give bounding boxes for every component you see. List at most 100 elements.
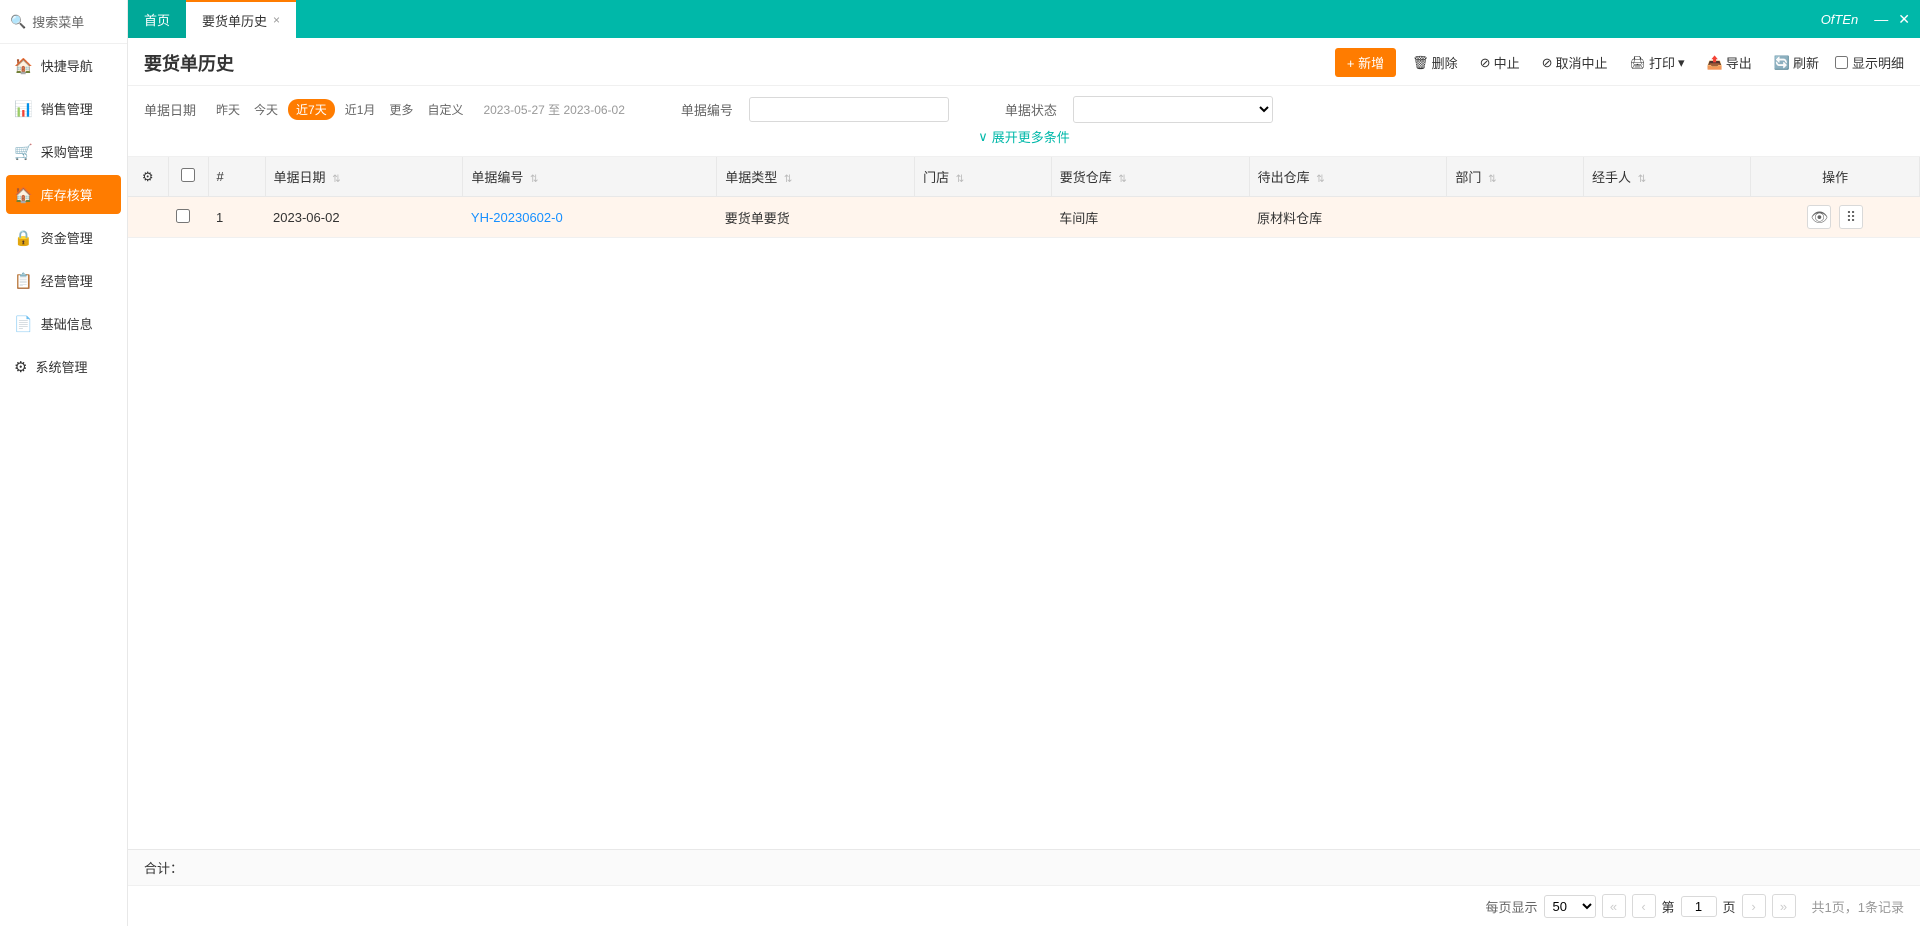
sidebar-item-label: 快捷导航 [41, 56, 93, 75]
first-page-button[interactable]: « [1602, 894, 1626, 918]
next-page-button[interactable]: › [1742, 894, 1766, 918]
doc-number-input[interactable] [749, 97, 949, 122]
display-detail-checkbox[interactable] [1835, 56, 1848, 69]
cancel-suspend-button[interactable]: ⊘ 取消中止 [1536, 49, 1614, 76]
tab-close-button[interactable]: × [273, 13, 280, 27]
sidebar-search-label: 搜索菜单 [32, 12, 84, 31]
delete-button[interactable]: 🗑 删除 [1406, 49, 1464, 76]
td-doc-number: YH-20230602-0 [463, 197, 717, 238]
tab-bar: 首页 要货单历史 × OfTEn — ✕ [128, 0, 1920, 38]
table-header-row: ⚙ # 单据日期 ⇅ 单据编号 ⇅ [128, 157, 1920, 197]
th-doc-number-label: 单据编号 [471, 170, 523, 185]
page-size-label: 每页显示 [1485, 897, 1537, 916]
tab-requisition-history[interactable]: 要货单历史 × [186, 0, 296, 38]
table-footer: 合计： [128, 849, 1920, 885]
sidebar: 🔍 搜索菜单 🏠 快捷导航 📊 销售管理 🛒 采购管理 🏠 库存核算 🔒 资金管… [0, 0, 128, 926]
display-detail-label: 显示明细 [1852, 53, 1904, 72]
doc-number-link[interactable]: YH-20230602-0 [471, 210, 563, 225]
filter-row-1: 单据日期 昨天 今天 近7天 近1月 更多 自定义 2023-05-27 至 2… [144, 96, 1904, 123]
export-icon: 📤 [1707, 55, 1723, 71]
th-settings[interactable]: ⚙ [128, 157, 168, 197]
refresh-button[interactable]: 🔄 刷新 [1768, 49, 1825, 76]
sidebar-item-purchase[interactable]: 🛒 采购管理 [0, 130, 127, 173]
date-today[interactable]: 今天 [250, 99, 282, 120]
tab-bar-right: OfTEn — ✕ [1805, 0, 1920, 38]
home-icon: 🏠 [14, 57, 33, 75]
last-page-button[interactable]: » [1772, 894, 1796, 918]
expand-more-button[interactable]: ∨ 展开更多条件 [144, 127, 1904, 146]
date-range-container: 2023-05-27 至 2023-06-02 [483, 101, 624, 118]
th-doc-number[interactable]: 单据编号 ⇅ [463, 157, 717, 197]
sort-icon-doc-date: ⇅ [332, 174, 340, 185]
search-icon: 🔍 [10, 14, 26, 30]
sidebar-item-finance[interactable]: 🔒 资金管理 [0, 216, 127, 259]
page-go-label: 第 [1662, 897, 1675, 916]
th-doc-type[interactable]: 单据类型 ⇅ [717, 157, 915, 197]
doc-status-select[interactable] [1073, 96, 1273, 123]
finance-icon: 🔒 [14, 229, 33, 247]
suspend-icon: ⊘ [1480, 55, 1491, 71]
td-department [1447, 197, 1584, 238]
toolbar: + 新增 🗑 删除 ⊘ 中止 ⊘ 取消中止 🖨 打印 ▾ [1335, 48, 1904, 77]
page-header: 要货单历史 + 新增 🗑 删除 ⊘ 中止 ⊘ 取消中止 🖨 打印 [128, 38, 1920, 86]
date-custom[interactable]: 自定义 [423, 99, 467, 120]
th-pending-warehouse-label: 待出仓库 [1258, 170, 1310, 185]
basic-info-icon: 📄 [14, 315, 33, 333]
th-pending-warehouse[interactable]: 待出仓库 ⇅ [1249, 157, 1447, 197]
total-label: 合计： [144, 858, 183, 877]
data-table: ⚙ # 单据日期 ⇅ 单据编号 ⇅ [128, 157, 1920, 238]
th-department[interactable]: 部门 ⇅ [1447, 157, 1584, 197]
th-store[interactable]: 门店 ⇅ [915, 157, 1052, 197]
view-button[interactable]: 👁 [1807, 205, 1831, 229]
td-doc-type: 要货单要货 [717, 197, 915, 238]
sales-icon: 📊 [14, 100, 33, 118]
sort-icon-doc-type: ⇅ [784, 174, 792, 185]
date-last7days[interactable]: 近7天 [288, 99, 335, 120]
sidebar-item-label: 资金管理 [41, 228, 93, 247]
date-more[interactable]: 更多 [385, 99, 417, 120]
more-button[interactable]: ⠿ [1839, 205, 1863, 229]
export-button[interactable]: 📤 导出 [1701, 49, 1758, 76]
select-all-checkbox[interactable] [181, 168, 195, 182]
refresh-icon: 🔄 [1774, 55, 1790, 71]
filter-bar: 单据日期 昨天 今天 近7天 近1月 更多 自定义 2023-05-27 至 2… [128, 86, 1920, 157]
print-button[interactable]: 🖨 打印 ▾ [1624, 49, 1691, 76]
sidebar-item-system[interactable]: ⚙ 系统管理 [0, 345, 127, 388]
sort-icon-doc-number: ⇅ [530, 174, 538, 185]
sidebar-item-basic-info[interactable]: 📄 基础信息 [0, 302, 127, 345]
new-button[interactable]: + 新增 [1335, 48, 1396, 77]
td-req-warehouse: 车间库 [1051, 197, 1249, 238]
print-dropdown-icon: ▾ [1678, 55, 1685, 71]
page-size-select[interactable]: 20 50 100 [1544, 895, 1596, 918]
close-button[interactable]: ✕ [1898, 11, 1910, 28]
th-handler[interactable]: 经手人 ⇅ [1584, 157, 1751, 197]
minimize-button[interactable]: — [1874, 11, 1888, 27]
th-doc-date[interactable]: 单据日期 ⇅ [265, 157, 463, 197]
system-icon: ⚙ [14, 358, 27, 376]
th-req-warehouse[interactable]: 要货仓库 ⇅ [1051, 157, 1249, 197]
delete-icon: 🗑 [1412, 55, 1429, 71]
suspend-label: 中止 [1494, 53, 1520, 72]
sidebar-item-inventory[interactable]: 🏠 库存核算 [6, 175, 121, 214]
sidebar-item-operations[interactable]: 📋 经营管理 [0, 259, 127, 302]
page-input[interactable] [1681, 896, 1717, 917]
main-area: 首页 要货单历史 × OfTEn — ✕ 要货单历史 + 新增 🗑 删除 ⊘ [128, 0, 1920, 926]
sidebar-search[interactable]: 🔍 搜索菜单 [0, 0, 127, 44]
date-yesterday[interactable]: 昨天 [212, 99, 244, 120]
tab-home-label: 首页 [144, 10, 170, 29]
td-settings [128, 197, 168, 238]
sidebar-item-sales[interactable]: 📊 销售管理 [0, 87, 127, 130]
date-last1month[interactable]: 近1月 [341, 99, 380, 120]
pagination: 每页显示 20 50 100 « ‹ 第 页 › » 共1页，1条记录 [128, 885, 1920, 926]
content-area: 要货单历史 + 新增 🗑 删除 ⊘ 中止 ⊘ 取消中止 🖨 打印 [128, 38, 1920, 926]
row-checkbox[interactable] [176, 209, 190, 223]
doc-status-label: 单据状态 [1005, 100, 1057, 119]
filter-dates: 昨天 今天 近7天 近1月 更多 自定义 [212, 99, 467, 120]
suspend-button[interactable]: ⊘ 中止 [1474, 49, 1526, 76]
th-doc-date-label: 单据日期 [274, 170, 326, 185]
sidebar-item-quick-nav[interactable]: 🏠 快捷导航 [0, 44, 127, 87]
sort-icon-store: ⇅ [956, 174, 964, 185]
display-detail-toggle[interactable]: 显示明细 [1835, 53, 1904, 72]
tab-home[interactable]: 首页 [128, 0, 186, 38]
prev-page-button[interactable]: ‹ [1632, 894, 1656, 918]
